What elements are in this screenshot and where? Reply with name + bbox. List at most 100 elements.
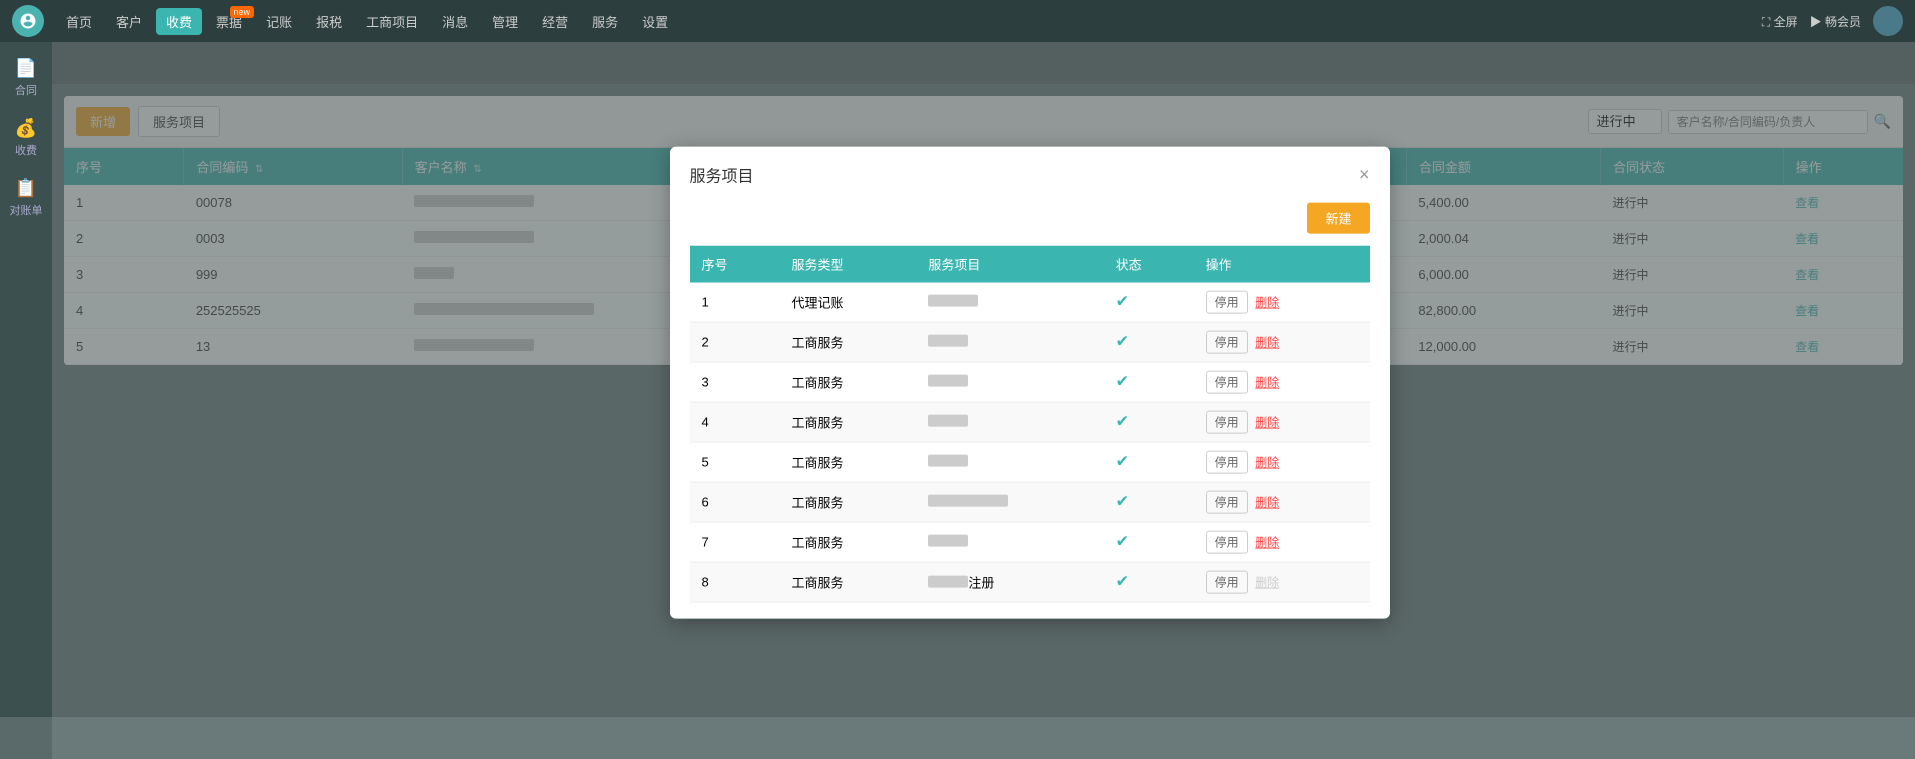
sidebar: 📄 合同 💰 收费 📋 对账单 (0, 42, 52, 717)
fee-icon: 💰 (15, 118, 37, 139)
nav-invoice[interactable]: 票据 new (206, 8, 252, 35)
modal-cell-seq: 4 (690, 402, 780, 442)
modal-cell-item (916, 322, 1103, 362)
nav-operation[interactable]: 经营 (532, 8, 578, 35)
delete-button[interactable]: 删除 (1255, 373, 1279, 390)
nav-right-area: ⛶ 全屏 ▶ 畅会员 (1762, 6, 1903, 36)
stop-button[interactable]: 停用 (1206, 530, 1248, 553)
sidebar-item-statement[interactable]: 📋 对账单 (2, 170, 50, 226)
modal-cell-seq: 2 (690, 322, 780, 362)
stop-button[interactable]: 停用 (1206, 410, 1248, 433)
delete-button[interactable]: 删除 (1255, 333, 1279, 350)
modal-cell-type: 工商服务 (780, 402, 917, 442)
nav-settings[interactable]: 设置 (632, 8, 678, 35)
sidebar-item-contract[interactable]: 📄 合同 (2, 50, 50, 106)
modal-table-row: 4 工商服务 ✔ 停用 删除 (690, 402, 1370, 442)
delete-button[interactable]: 删除 (1255, 293, 1279, 310)
modal-table-row: 5 工商服务 ✔ 停用 删除 (690, 442, 1370, 482)
modal-toolbar: 新建 (670, 196, 1390, 245)
modal-cell-action: 停用 删除 (1194, 562, 1370, 602)
modal-cell-type: 工商服务 (780, 562, 917, 602)
nav-bookkeeping[interactable]: 记账 (256, 8, 302, 35)
avatar[interactable] (1873, 6, 1903, 36)
nav-home[interactable]: 首页 (56, 8, 102, 35)
top-nav: 首页 客户 收费 票据 new 记账 报税 工商项目 消息 管理 经营 服务 设… (0, 0, 1915, 42)
modal-title: 服务项目 (690, 162, 754, 186)
sidebar-label-fee: 收费 (15, 142, 37, 158)
modal-table-row: 8 工商服务 注册 ✔ 停用 删除 (690, 562, 1370, 602)
modal-cell-action: 停用 删除 (1194, 442, 1370, 482)
stop-button[interactable]: 停用 (1206, 330, 1248, 353)
modal-cell-type: 工商服务 (780, 522, 917, 562)
modal-cell-type: 工商服务 (780, 442, 917, 482)
modal-col-item: 服务项目 (916, 245, 1103, 282)
modal-cell-item (916, 362, 1103, 402)
stop-button[interactable]: 停用 (1206, 570, 1248, 593)
app-logo (12, 5, 44, 37)
nav-fee[interactable]: 收费 (156, 8, 202, 35)
service-items-table: 序号 服务类型 服务项目 状态 操作 1 代理记账 1 ✔ 停用 (690, 245, 1370, 602)
nav-message[interactable]: 消息 (432, 8, 478, 35)
modal-cell-status: ✔ (1104, 402, 1194, 442)
delete-button[interactable]: 删除 (1255, 413, 1279, 430)
member-btn[interactable]: ▶ 畅会员 (1810, 13, 1861, 30)
nav-customer[interactable]: 客户 (106, 8, 152, 35)
modal-cell-status: ✔ (1104, 522, 1194, 562)
modal-cell-status: ✔ (1104, 322, 1194, 362)
delete-button[interactable]: 删除 (1255, 453, 1279, 470)
modal-table-row: 7 工商服务 ✔ 停用 删除 (690, 522, 1370, 562)
modal-header: 服务项目 × (670, 146, 1390, 196)
modal-cell-item (916, 522, 1103, 562)
modal-col-seq: 序号 (690, 245, 780, 282)
delete-button[interactable]: 删除 (1255, 533, 1279, 550)
modal-table-row: 6 工商服务 ✔ 停用 删除 (690, 482, 1370, 522)
modal-new-button[interactable]: 新建 (1307, 202, 1369, 233)
statement-icon: 📋 (15, 178, 37, 199)
modal-col-action: 操作 (1194, 245, 1370, 282)
modal-cell-status: ✔ (1104, 282, 1194, 322)
modal-cell-status: ✔ (1104, 442, 1194, 482)
delete-button[interactable]: 删除 (1255, 493, 1279, 510)
modal-cell-seq: 5 (690, 442, 780, 482)
nav-manage[interactable]: 管理 (482, 8, 528, 35)
nav-service[interactable]: 服务 (582, 8, 628, 35)
modal-cell-item (916, 482, 1103, 522)
modal-cell-status: ✔ (1104, 362, 1194, 402)
modal-cell-seq: 1 (690, 282, 780, 322)
modal-cell-status: ✔ (1104, 482, 1194, 522)
nav-tax[interactable]: 报税 (306, 8, 352, 35)
modal-col-status: 状态 (1104, 245, 1194, 282)
stop-button[interactable]: 停用 (1206, 490, 1248, 513)
modal-table-row: 2 工商服务 ✔ 停用 删除 (690, 322, 1370, 362)
modal-cell-type: 工商服务 (780, 362, 917, 402)
modal-close-button[interactable]: × (1359, 165, 1370, 183)
stop-button[interactable]: 停用 (1206, 450, 1248, 473)
modal-cell-type: 工商服务 (780, 482, 917, 522)
fullscreen-btn[interactable]: ⛶ 全屏 (1762, 13, 1798, 30)
sidebar-item-fee[interactable]: 💰 收费 (2, 110, 50, 166)
modal-cell-action: 停用 删除 (1194, 362, 1370, 402)
modal-cell-seq: 6 (690, 482, 780, 522)
modal-cell-action: 停用 删除 (1194, 282, 1370, 322)
stop-button[interactable]: 停用 (1206, 290, 1248, 313)
modal-cell-item: 注册 (916, 562, 1103, 602)
sidebar-label-contract: 合同 (15, 82, 37, 98)
modal-cell-item (916, 442, 1103, 482)
modal-cell-status: ✔ (1104, 562, 1194, 602)
modal-cell-seq: 3 (690, 362, 780, 402)
modal-cell-action: 停用 删除 (1194, 482, 1370, 522)
stop-button[interactable]: 停用 (1206, 370, 1248, 393)
modal-cell-seq: 7 (690, 522, 780, 562)
modal-cell-action: 停用 删除 (1194, 322, 1370, 362)
main-area: 新增 服务项目 进行中 已完成 已终止 🔍 序号 合同编码 ⇅ (52, 84, 1915, 759)
modal-cell-type: 代理记账 (780, 282, 917, 322)
modal-cell-seq: 8 (690, 562, 780, 602)
contract-icon: 📄 (15, 58, 37, 79)
modal-col-type: 服务类型 (780, 245, 917, 282)
service-items-modal: 服务项目 × 新建 序号 服务类型 服务项目 状态 操作 (670, 146, 1390, 618)
modal-cell-item: 1 (916, 282, 1103, 322)
sidebar-label-statement: 对账单 (10, 202, 43, 218)
modal-table-row: 1 代理记账 1 ✔ 停用 删除 (690, 282, 1370, 322)
nav-business[interactable]: 工商项目 (356, 8, 428, 35)
delete-button[interactable]: 删除 (1255, 573, 1279, 590)
